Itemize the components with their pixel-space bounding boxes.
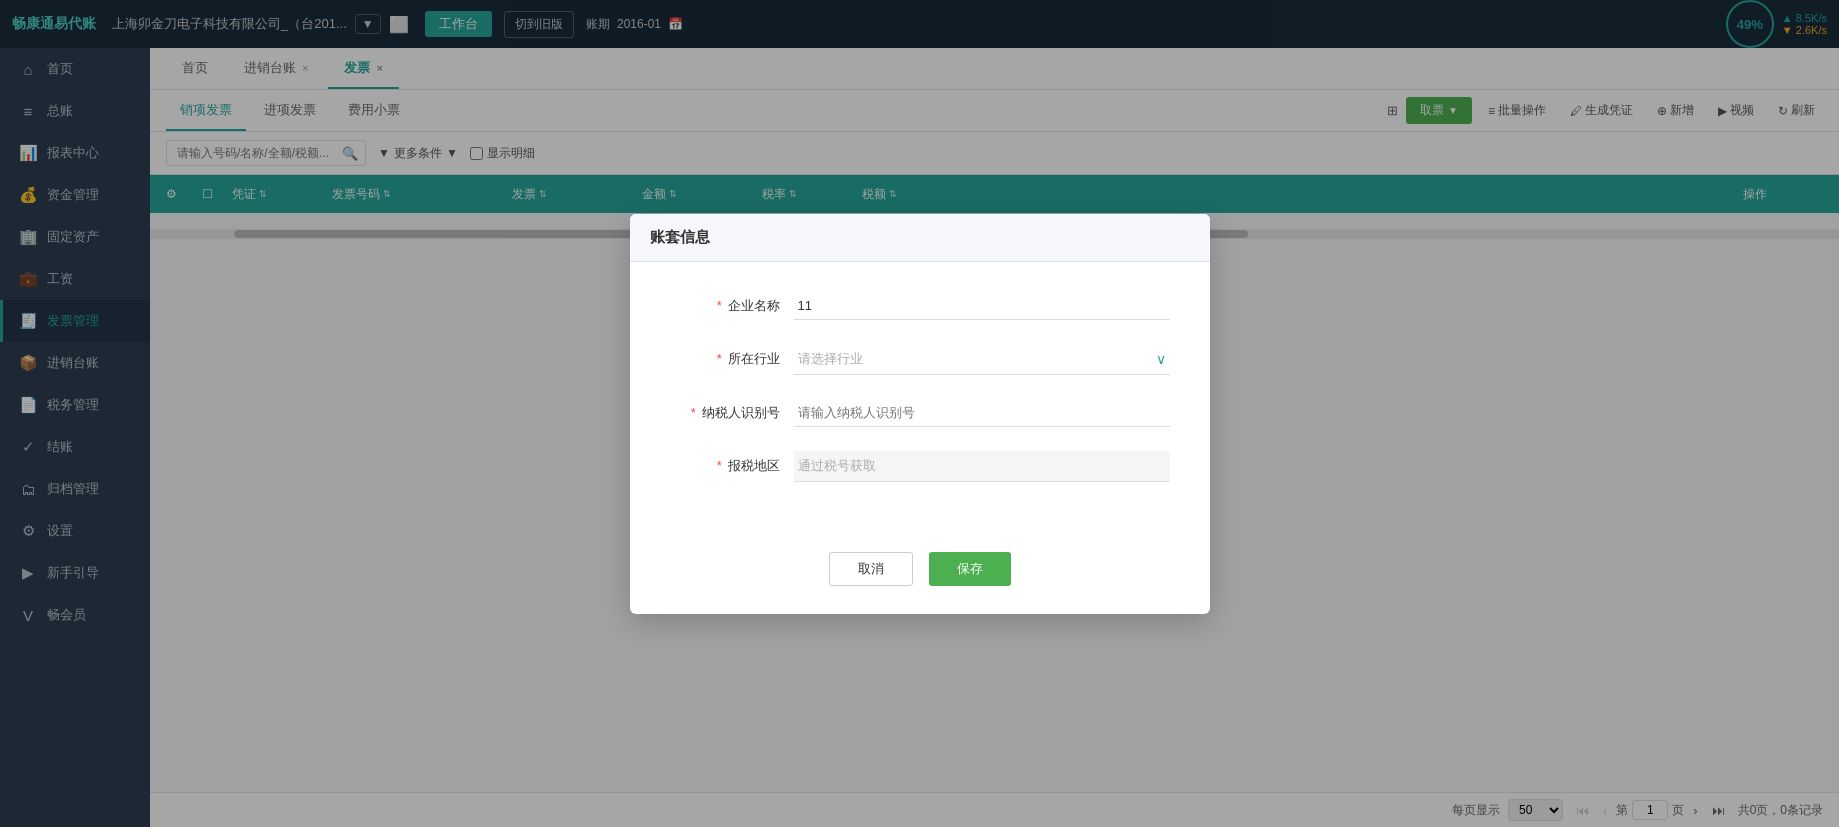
save-button[interactable]: 保存: [929, 552, 1011, 586]
dialog-overlay[interactable]: 账套信息 * 企业名称 * 所在行业 请选择行业 ∨: [0, 0, 1839, 827]
tax-region-label: * 报税地区: [670, 457, 780, 475]
company-name-input[interactable]: [794, 292, 1170, 320]
company-name-label: * 企业名称: [670, 297, 780, 315]
dialog-footer: 取消 保存: [630, 536, 1210, 614]
cancel-button[interactable]: 取消: [829, 552, 913, 586]
industry-label: * 所在行业: [670, 350, 780, 368]
tax-id-input[interactable]: [794, 399, 1170, 427]
form-row-tax-id: * 纳税人识别号: [670, 399, 1170, 427]
tax-id-label: * 纳税人识别号: [670, 404, 780, 422]
dialog-header: 账套信息: [630, 214, 1210, 262]
form-row-company-name: * 企业名称: [670, 292, 1170, 320]
account-info-dialog: 账套信息 * 企业名称 * 所在行业 请选择行业 ∨: [630, 214, 1210, 614]
industry-placeholder: 请选择行业: [798, 350, 863, 368]
form-row-tax-region: * 报税地区 通过税号获取: [670, 451, 1170, 482]
dialog-body: * 企业名称 * 所在行业 请选择行业 ∨ *: [630, 262, 1210, 536]
dialog-title: 账套信息: [650, 228, 710, 245]
tax-region-input: 通过税号获取: [794, 451, 1170, 482]
industry-select[interactable]: 请选择行业 ∨: [794, 344, 1170, 375]
form-row-industry: * 所在行业 请选择行业 ∨: [670, 344, 1170, 375]
industry-arrow-icon: ∨: [1156, 351, 1166, 367]
